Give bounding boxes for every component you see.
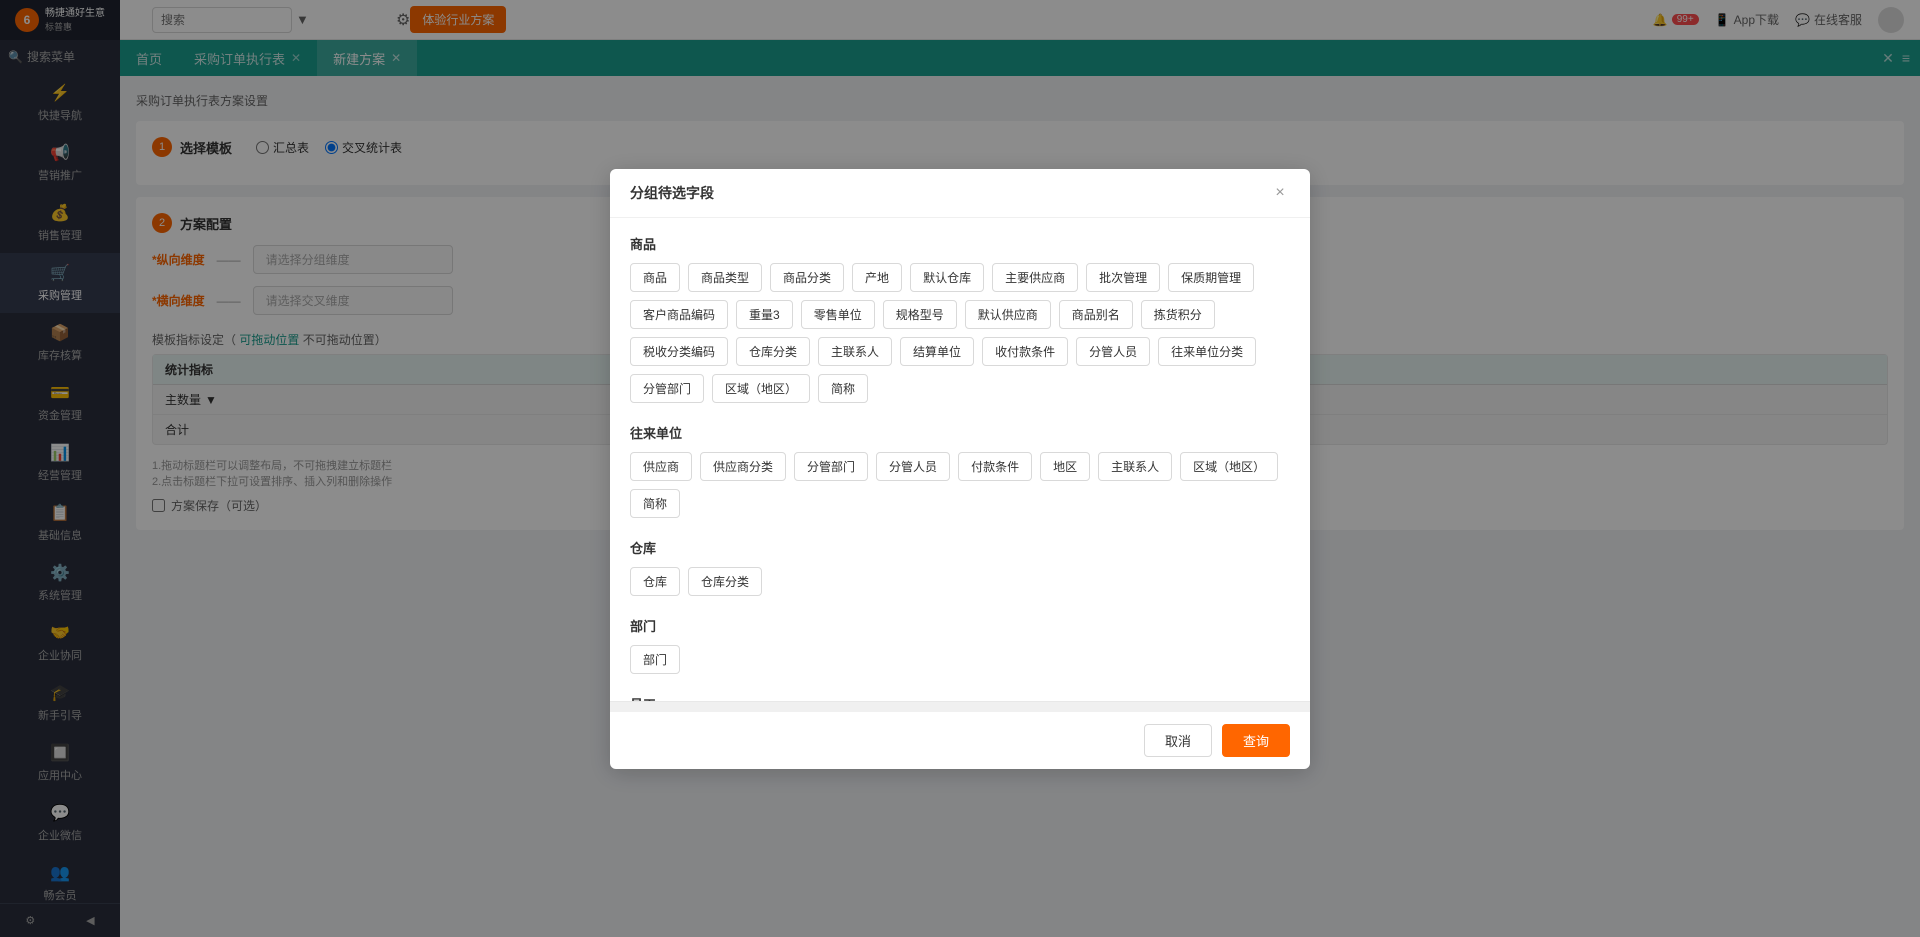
partner-field-tags: 供应商 供应商分类 分管部门 分管人员 付款条件 地区 主联系人 区域（地区） …	[630, 452, 1290, 518]
field-group-product: 商品 商品 商品类型 商品分类 产地 默认仓库 主要供应商 批次管理 保质期管理…	[630, 234, 1290, 403]
field-tag[interactable]: 规格型号	[883, 300, 957, 329]
field-tag[interactable]: 分管人员	[1076, 337, 1150, 366]
field-tag[interactable]: 重量3	[736, 300, 793, 329]
field-tag[interactable]: 区域（地区）	[1180, 452, 1278, 481]
field-tag[interactable]: 仓库分类	[736, 337, 810, 366]
warehouse-group-title: 仓库	[630, 538, 1290, 557]
field-tag[interactable]: 主联系人	[1098, 452, 1172, 481]
field-tag[interactable]: 产地	[852, 263, 902, 292]
field-tag[interactable]: 简称	[630, 489, 680, 518]
field-tag[interactable]: 拣货积分	[1141, 300, 1215, 329]
field-tag[interactable]: 主要供应商	[992, 263, 1078, 292]
field-tag[interactable]: 地区	[1040, 452, 1090, 481]
field-tag[interactable]: 供应商分类	[700, 452, 786, 481]
modal-body: 商品 商品 商品类型 商品分类 产地 默认仓库 主要供应商 批次管理 保质期管理…	[610, 218, 1310, 701]
warehouse-field-tags: 仓库 仓库分类	[630, 567, 1290, 596]
field-tag[interactable]: 分管部门	[794, 452, 868, 481]
field-tag[interactable]: 税收分类编码	[630, 337, 728, 366]
partner-group-title: 往来单位	[630, 423, 1290, 442]
modal-horizontal-scrollbar[interactable]	[610, 701, 1310, 711]
field-tag[interactable]: 分管部门	[630, 374, 704, 403]
dept-group-title: 部门	[630, 616, 1290, 635]
modal-header: 分组待选字段 ×	[610, 169, 1310, 218]
modal-footer: 取消 查询	[610, 711, 1310, 769]
field-tag[interactable]: 商品类型	[688, 263, 762, 292]
field-tag[interactable]: 收付款条件	[982, 337, 1068, 366]
field-tag[interactable]: 往来单位分类	[1158, 337, 1256, 366]
modal-close-btn[interactable]: ×	[1270, 183, 1290, 203]
field-group-employee: 员工 业务员	[630, 694, 1290, 701]
field-tag[interactable]: 仓库分类	[688, 567, 762, 596]
field-tag[interactable]: 简称	[818, 374, 868, 403]
field-group-warehouse: 仓库 仓库 仓库分类	[630, 538, 1290, 596]
field-group-partner: 往来单位 供应商 供应商分类 分管部门 分管人员 付款条件 地区 主联系人 区域…	[630, 423, 1290, 518]
field-tag[interactable]: 仓库	[630, 567, 680, 596]
field-tag[interactable]: 批次管理	[1086, 263, 1160, 292]
modal-title: 分组待选字段	[630, 183, 714, 203]
field-tag[interactable]: 结算单位	[900, 337, 974, 366]
field-group-dept: 部门 部门	[630, 616, 1290, 674]
product-field-tags: 商品 商品类型 商品分类 产地 默认仓库 主要供应商 批次管理 保质期管理 客户…	[630, 263, 1290, 403]
field-tag[interactable]: 商品分类	[770, 263, 844, 292]
dept-field-tags: 部门	[630, 645, 1290, 674]
field-tag[interactable]: 部门	[630, 645, 680, 674]
field-tag[interactable]: 客户商品编码	[630, 300, 728, 329]
field-tag[interactable]: 保质期管理	[1168, 263, 1254, 292]
field-tag[interactable]: 主联系人	[818, 337, 892, 366]
field-select-modal: 分组待选字段 × 商品 商品 商品类型 商品分类 产地 默认仓库 主要供应商 批…	[610, 169, 1310, 769]
field-tag[interactable]: 商品	[630, 263, 680, 292]
cancel-button[interactable]: 取消	[1144, 724, 1212, 757]
field-tag[interactable]: 付款条件	[958, 452, 1032, 481]
field-tag[interactable]: 零售单位	[801, 300, 875, 329]
field-tag[interactable]: 商品别名	[1059, 300, 1133, 329]
product-group-title: 商品	[630, 234, 1290, 253]
field-tag[interactable]: 供应商	[630, 452, 692, 481]
field-tag[interactable]: 默认供应商	[965, 300, 1051, 329]
field-tag[interactable]: 区域（地区）	[712, 374, 810, 403]
confirm-button[interactable]: 查询	[1222, 724, 1290, 757]
field-tag[interactable]: 分管人员	[876, 452, 950, 481]
field-tag[interactable]: 默认仓库	[910, 263, 984, 292]
employee-group-title: 员工	[630, 694, 1290, 701]
